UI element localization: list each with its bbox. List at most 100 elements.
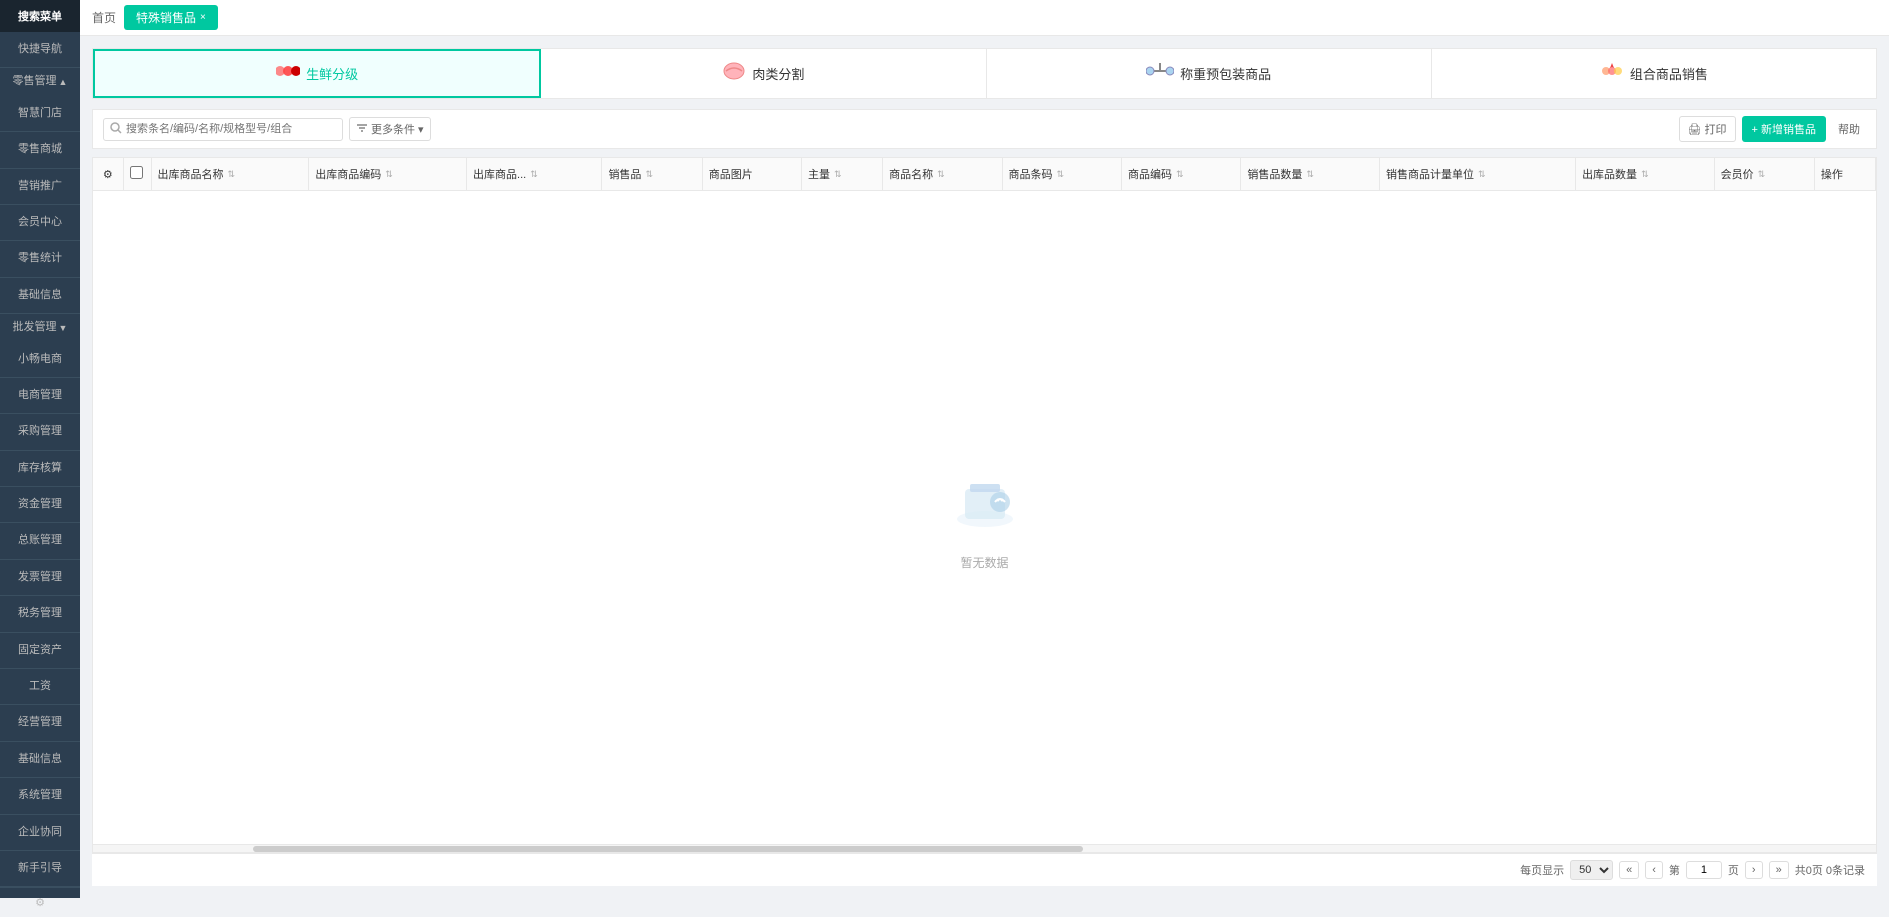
retail-mgmt-arrow-icon: ▲ xyxy=(59,76,68,89)
page-input[interactable] xyxy=(1686,861,1722,879)
th-actions: 操作 xyxy=(1814,158,1875,191)
sort-icon: ⇅ xyxy=(1758,169,1766,180)
horizontal-scrollbar[interactable] xyxy=(93,844,1876,852)
category-tabs: 生鲜分级 肉类分割 xyxy=(92,48,1877,99)
sidebar-item-inventory[interactable]: 库存核算 xyxy=(0,451,80,487)
sort-icon: ⇅ xyxy=(228,169,236,180)
sidebar-item-quick-nav[interactable]: 快捷导航 xyxy=(0,32,80,68)
sidebar-item-general-ledger[interactable]: 总账管理 xyxy=(0,523,80,559)
tab-meat-cut[interactable]: 肉类分割 xyxy=(541,49,986,98)
sidebar-item-new-guide[interactable]: 新手引导 xyxy=(0,851,80,887)
th-out-product-more[interactable]: 出库商品... ⇅ xyxy=(467,158,602,191)
meat-cut-label: 肉类分割 xyxy=(752,64,804,83)
sidebar-item-ecom-mgmt[interactable]: 电商管理 xyxy=(0,378,80,414)
empty-text: 暂无数据 xyxy=(960,554,1008,571)
page-unit: 页 xyxy=(1728,862,1739,878)
page-size-select[interactable]: 50 xyxy=(1570,860,1613,880)
sort-icon: ⇅ xyxy=(1478,169,1486,180)
th-product-code[interactable]: 商品编码 ⇅ xyxy=(1121,158,1240,191)
sort-icon: ⇅ xyxy=(1306,169,1314,180)
sort-icon: ⇅ xyxy=(530,169,538,180)
print-icon: 🖨 xyxy=(1688,123,1702,136)
sidebar-item-sys-mgmt[interactable]: 系统管理 xyxy=(0,778,80,814)
tab-combo-sales[interactable]: 组合商品销售 xyxy=(1432,49,1876,98)
th-gear[interactable]: ⚙ xyxy=(93,158,123,191)
sidebar-item-member-center[interactable]: 会员中心 xyxy=(0,205,80,241)
sidebar-item-fixed-assets[interactable]: 固定资产 xyxy=(0,633,80,669)
th-product-barcode[interactable]: 商品条码 ⇅ xyxy=(1002,158,1121,191)
search-input[interactable] xyxy=(126,123,336,135)
th-sales-unit[interactable]: 销售商品计量单位 ⇅ xyxy=(1379,158,1575,191)
sort-icon: ⇅ xyxy=(834,169,842,180)
sidebar-item-basic-info[interactable]: 基础信息 xyxy=(0,278,80,314)
weigh-pack-label: 称重预包装商品 xyxy=(1180,64,1271,83)
sidebar-item-finance[interactable]: 资金管理 xyxy=(0,487,80,523)
sort-icon: ⇅ xyxy=(1641,169,1649,180)
wholesale-mgmt-arrow-icon: ▼ xyxy=(59,322,68,335)
th-out-product-code[interactable]: 出库商品编码 ⇅ xyxy=(309,158,467,191)
toolbar-right: 🖨 打印 + 新增销售品 帮助 xyxy=(1679,116,1866,142)
th-out-product-name[interactable]: 出库商品名称 ⇅ xyxy=(151,158,309,191)
sidebar-item-invoice-mgmt[interactable]: 发票管理 xyxy=(0,560,80,596)
sort-icon: ⇅ xyxy=(937,169,945,180)
search-box[interactable] xyxy=(103,118,343,141)
page-content: 生鲜分级 肉类分割 xyxy=(80,36,1889,898)
sidebar-item-smart-store[interactable]: 智慧门店 xyxy=(0,96,80,132)
close-tab-icon[interactable]: × xyxy=(200,12,206,23)
sort-icon: ⇅ xyxy=(1176,169,1184,180)
sidebar-item-retail-mgmt[interactable]: 零售管理 ▲ xyxy=(0,68,80,95)
table-container: ⚙ 出库商品名称 ⇅ 出库商 xyxy=(92,157,1877,853)
th-member-price[interactable]: 会员价 ⇅ xyxy=(1714,158,1814,191)
last-page-button[interactable]: » xyxy=(1769,861,1789,879)
sidebar-item-tax-mgmt[interactable]: 税务管理 xyxy=(0,596,80,632)
page-label: 第 xyxy=(1669,862,1680,878)
sidebar-item-mini-ecom[interactable]: 小畅电商 xyxy=(0,342,80,378)
th-product-name[interactable]: 商品名称 ⇅ xyxy=(883,158,1002,191)
print-button[interactable]: 🖨 打印 xyxy=(1679,116,1736,142)
sort-icon: ⇅ xyxy=(385,169,393,180)
pagination: 每页显示 50 « ‹ 第 页 › » 共0页 0条记录 xyxy=(92,853,1877,886)
fresh-grade-icon xyxy=(276,63,300,84)
search-icon xyxy=(110,122,122,137)
sidebar-logo[interactable]: 搜索菜单 xyxy=(0,0,80,32)
gear-icon: ⚙ xyxy=(103,169,113,181)
sidebar-item-retail-stats[interactable]: 零售统计 xyxy=(0,241,80,277)
combo-sales-icon xyxy=(1600,61,1624,86)
topbar: 首页 特殊销售品 × xyxy=(80,0,1889,36)
data-table: ⚙ 出库商品名称 ⇅ 出库商 xyxy=(93,158,1876,191)
sidebar-item-wholesale-mgmt[interactable]: 批发管理 ▼ xyxy=(0,314,80,341)
next-page-button[interactable]: › xyxy=(1745,861,1763,879)
home-breadcrumb[interactable]: 首页 xyxy=(92,9,116,26)
sidebar-item-sales-promo[interactable]: 营销推广 xyxy=(0,169,80,205)
empty-state: 暂无数据 xyxy=(93,191,1876,844)
sidebar-item-company-pact[interactable]: 企业协同 xyxy=(0,815,80,851)
select-all-checkbox[interactable] xyxy=(130,166,143,179)
combo-sales-label: 组合商品销售 xyxy=(1630,64,1708,83)
active-tab[interactable]: 特殊销售品 × xyxy=(124,5,218,30)
toolbar-left: 更多条件 ▾ xyxy=(103,117,431,141)
sidebar-settings[interactable]: ⚙ xyxy=(0,887,80,917)
sidebar-item-retail-mall[interactable]: 零售商城 xyxy=(0,132,80,168)
tab-fresh-grade[interactable]: 生鲜分级 xyxy=(93,49,541,98)
sidebar: 搜索菜单 快捷导航 零售管理 ▲ 智慧门店 零售商城 营销推广 会员中心 零售统… xyxy=(0,0,80,898)
filter-button[interactable]: 更多条件 ▾ xyxy=(349,117,431,141)
sidebar-item-basic-info2[interactable]: 基础信息 xyxy=(0,742,80,778)
prev-page-button[interactable]: ‹ xyxy=(1645,861,1663,879)
sort-icon: ⇅ xyxy=(1057,169,1065,180)
sidebar-item-biz-mgmt[interactable]: 经营管理 xyxy=(0,705,80,741)
add-sales-button[interactable]: + 新增销售品 xyxy=(1742,116,1826,142)
help-button[interactable]: 帮助 xyxy=(1832,118,1866,140)
tab-weigh-pack[interactable]: 称重预包装商品 xyxy=(987,49,1432,98)
table-header-row: ⚙ 出库商品名称 ⇅ 出库商 xyxy=(93,158,1876,191)
th-main-weight[interactable]: 主量 ⇅ xyxy=(802,158,883,191)
th-sales-qty[interactable]: 销售品数量 ⇅ xyxy=(1241,158,1380,191)
scrollbar-thumb[interactable] xyxy=(253,846,1083,852)
sidebar-item-purchase-mgmt[interactable]: 采购管理 xyxy=(0,414,80,450)
sidebar-item-payroll[interactable]: 工资 xyxy=(0,669,80,705)
first-page-button[interactable]: « xyxy=(1619,861,1639,879)
filter-label: 更多条件 xyxy=(371,121,415,137)
th-sales-item[interactable]: 销售品 ⇅ xyxy=(602,158,702,191)
th-checkbox[interactable] xyxy=(123,158,151,191)
th-out-qty[interactable]: 出库品数量 ⇅ xyxy=(1576,158,1715,191)
empty-icon xyxy=(945,464,1025,544)
